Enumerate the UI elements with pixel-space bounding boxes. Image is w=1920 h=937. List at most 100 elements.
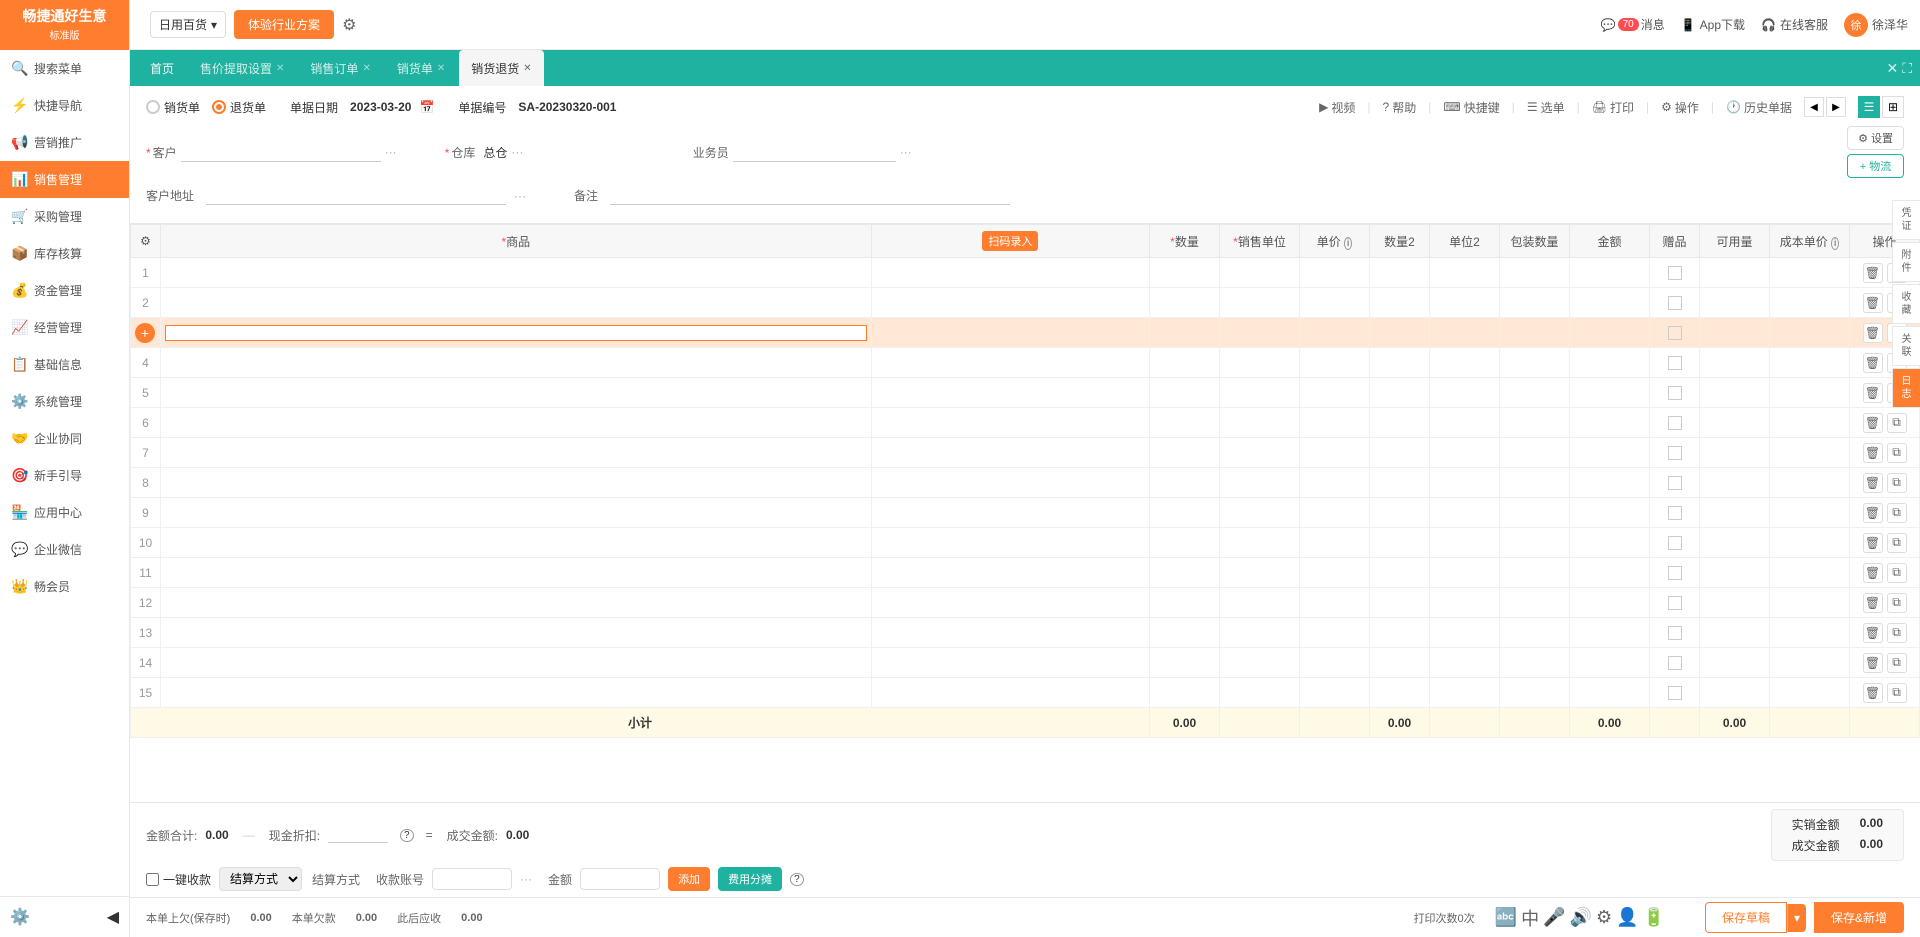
cell-qty-9[interactable] [1150, 498, 1220, 528]
qty-input-9[interactable] [1154, 506, 1215, 520]
pack-input-2[interactable] [1504, 296, 1565, 310]
copy-row-btn-13[interactable]: ⧉ [1887, 623, 1907, 643]
delete-row-btn-15[interactable]: 🗑 [1863, 683, 1883, 703]
unit2-input-11[interactable] [1434, 566, 1495, 580]
copy-row-btn-6[interactable]: ⧉ [1887, 413, 1907, 433]
qty2-input-7[interactable] [1374, 446, 1425, 460]
cell-qty-2[interactable] [1150, 288, 1220, 318]
cell-unit2-2[interactable] [1430, 288, 1500, 318]
cell-unit-3[interactable] [1220, 318, 1300, 348]
cell-product-6[interactable] [161, 408, 872, 438]
cell-amount-2[interactable] [1570, 288, 1650, 318]
qty2-input-6[interactable] [1374, 416, 1425, 430]
quick-btn-note[interactable]: 凭证 [1892, 200, 1920, 240]
cell-amount-12[interactable] [1570, 588, 1650, 618]
discount-input[interactable] [328, 828, 388, 843]
product-input-5[interactable] [165, 386, 867, 400]
product-input-7[interactable] [165, 446, 867, 460]
qty-input-2[interactable] [1154, 296, 1215, 310]
qty-input-6[interactable] [1154, 416, 1215, 430]
pack-input-1[interactable] [1504, 266, 1565, 280]
qty2-input-12[interactable] [1374, 596, 1425, 610]
unit-input-15[interactable] [1224, 686, 1295, 700]
radio-sale[interactable]: 销货单 [146, 99, 200, 116]
cell-product-10[interactable] [161, 528, 872, 558]
cell-gift-10[interactable] [1650, 528, 1700, 558]
close-tab-icon[interactable]: ✕ [1886, 60, 1898, 77]
cell-price-11[interactable] [1300, 558, 1370, 588]
copy-row-btn-15[interactable]: ⧉ [1887, 683, 1907, 703]
cell-pack-3[interactable] [1500, 318, 1570, 348]
cell-unit2-9[interactable] [1430, 498, 1500, 528]
cell-amount-9[interactable] [1570, 498, 1650, 528]
cell-qty2-14[interactable] [1370, 648, 1430, 678]
delete-row-btn-7[interactable]: 🗑 [1863, 443, 1883, 463]
price-input-11[interactable] [1304, 566, 1365, 580]
address-dots[interactable]: ··· [514, 189, 526, 203]
unit2-input-2[interactable] [1434, 296, 1495, 310]
qty2-input-3[interactable] [1374, 326, 1425, 340]
amount-input-11[interactable] [1574, 566, 1645, 580]
qty-input-15[interactable] [1154, 686, 1215, 700]
amount-input-4[interactable] [1574, 356, 1645, 370]
cell-gift-5[interactable] [1650, 378, 1700, 408]
unit2-input-4[interactable] [1434, 356, 1495, 370]
cell-amount-6[interactable] [1570, 408, 1650, 438]
unit-input-6[interactable] [1224, 416, 1295, 430]
cell-unit2-1[interactable] [1430, 258, 1500, 288]
amount-payment-input[interactable] [580, 868, 660, 890]
unit-input-3[interactable] [1224, 326, 1295, 340]
sidebar-item-sales[interactable]: 📊 销售管理 [0, 161, 129, 198]
quick-btn-attach[interactable]: 附件 [1892, 242, 1920, 282]
toolbar-select[interactable]: ☰ 选单 [1527, 99, 1565, 116]
online-service-area[interactable]: 🎧 在线客服 [1761, 16, 1828, 33]
cell-unit-2[interactable] [1220, 288, 1300, 318]
price-input-10[interactable] [1304, 536, 1365, 550]
cell-unit2-12[interactable] [1430, 588, 1500, 618]
cell-amount-8[interactable] [1570, 468, 1650, 498]
price-input-12[interactable] [1304, 596, 1365, 610]
cell-gift-1[interactable] [1650, 258, 1700, 288]
cell-qty-7[interactable] [1150, 438, 1220, 468]
cell-pack-8[interactable] [1500, 468, 1570, 498]
unit-input-2[interactable] [1224, 296, 1295, 310]
pack-input-11[interactable] [1504, 566, 1565, 580]
pack-input-13[interactable] [1504, 626, 1565, 640]
cell-product-13[interactable] [161, 618, 872, 648]
cell-qty-11[interactable] [1150, 558, 1220, 588]
product-input-15[interactable] [165, 686, 867, 700]
cell-unit-12[interactable] [1220, 588, 1300, 618]
cell-qty-10[interactable] [1150, 528, 1220, 558]
next-page-btn[interactable]: ▶ [1826, 97, 1846, 117]
cell-amount-13[interactable] [1570, 618, 1650, 648]
qty2-input-9[interactable] [1374, 506, 1425, 520]
cell-qty-3[interactable] [1150, 318, 1220, 348]
cell-price-6[interactable] [1300, 408, 1370, 438]
qty2-input-8[interactable] [1374, 476, 1425, 490]
cell-unit-1[interactable] [1220, 258, 1300, 288]
delete-row-btn-6[interactable]: 🗑 [1863, 413, 1883, 433]
cell-price-9[interactable] [1300, 498, 1370, 528]
copy-row-btn-8[interactable]: ⧉ [1887, 473, 1907, 493]
unit-input-11[interactable] [1224, 566, 1295, 580]
app-download-area[interactable]: 📱 App下载 [1681, 16, 1745, 33]
help-calc-icon[interactable]: ? [400, 829, 414, 842]
qty-input-1[interactable] [1154, 266, 1215, 280]
cell-amount-7[interactable] [1570, 438, 1650, 468]
calc-method-select[interactable]: 结算方式 [219, 867, 302, 891]
onepay-checkbox[interactable]: 一键收款 [146, 871, 211, 888]
cell-qty-14[interactable] [1150, 648, 1220, 678]
user-area[interactable]: 徐 徐泽华 [1844, 13, 1908, 37]
product-input-10[interactable] [165, 536, 867, 550]
cell-price-2[interactable] [1300, 288, 1370, 318]
cell-unit2-10[interactable] [1430, 528, 1500, 558]
cell-qty2-11[interactable] [1370, 558, 1430, 588]
sidebar-item-purchase[interactable]: 🛒 采购管理 [0, 198, 129, 235]
cell-product-8[interactable] [161, 468, 872, 498]
cell-qty-1[interactable] [1150, 258, 1220, 288]
maximize-icon[interactable]: ⛶ [1902, 60, 1912, 77]
qty-input-13[interactable] [1154, 626, 1215, 640]
amount-input-5[interactable] [1574, 386, 1645, 400]
cell-amount-15[interactable] [1570, 678, 1650, 708]
unit2-input-1[interactable] [1434, 266, 1495, 280]
